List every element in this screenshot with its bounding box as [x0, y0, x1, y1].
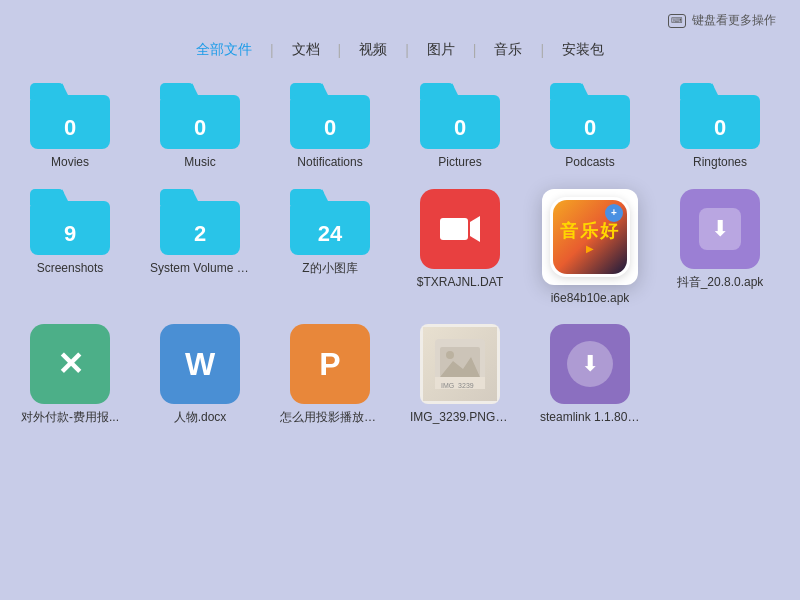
file-music-apk[interactable]: 音乐好 ▶ + i6e84b10e.apk: [535, 189, 645, 307]
folder-ringtones-count: 0: [680, 117, 760, 139]
folder-podcasts-icon: 0: [550, 83, 630, 149]
folder-system-volume-icon: 2: [160, 189, 240, 255]
folder-z-gallery-count: 24: [290, 223, 370, 245]
filter-music[interactable]: 音乐: [476, 37, 540, 63]
docx-letter: W: [185, 346, 215, 383]
svg-marker-1: [470, 216, 480, 242]
pptx-letter: P: [319, 346, 340, 383]
folder-music-count: 0: [160, 117, 240, 139]
filter-video[interactable]: 视频: [341, 37, 405, 63]
xlsx-letter: ✕: [57, 345, 84, 383]
folder-screenshots[interactable]: 9 Screenshots: [15, 189, 125, 307]
download-arrow-icon: ⬇: [711, 216, 729, 242]
file-docx[interactable]: W 人物.docx: [145, 324, 255, 426]
folder-movies-label: Movies: [51, 155, 89, 171]
video-file-icon: [420, 189, 500, 269]
folder-pictures[interactable]: 0 Pictures: [405, 83, 515, 171]
file-douyin-apk-label: 抖音_20.8.0.apk: [677, 275, 764, 291]
folder-podcasts-label: Podcasts: [565, 155, 614, 171]
file-image-label: IMG_3239.PNG.JP...: [410, 410, 510, 426]
filter-all[interactable]: 全部文件: [178, 37, 270, 63]
filter-pkg[interactable]: 安装包: [544, 37, 622, 63]
keyboard-hint-label: 键盘看更多操作: [692, 12, 776, 29]
folder-system-volume-label: System Volume In...: [150, 261, 250, 277]
folder-notifications-count: 0: [290, 117, 370, 139]
filter-doc[interactable]: 文档: [274, 37, 338, 63]
svg-text:IMG_3239: IMG_3239: [441, 382, 474, 389]
keyboard-icon: ⌨: [668, 14, 686, 28]
folder-notifications[interactable]: 0 Notifications: [275, 83, 385, 171]
file-steamlink[interactable]: ⬇ steamlink 1.1.80.a...: [535, 324, 645, 426]
folder-pictures-count: 0: [420, 117, 500, 139]
folder-screenshots-count: 9: [30, 223, 110, 245]
file-image[interactable]: IMG_3239 IMG_3239.PNG.JP...: [405, 324, 515, 426]
douyin-apk-icon: ⬇: [680, 189, 760, 269]
folder-podcasts-count: 0: [550, 117, 630, 139]
file-grid: 0 Movies 0 Music 0 Notifications 0: [0, 83, 800, 426]
folder-movies[interactable]: 0 Movies: [15, 83, 125, 171]
folder-notifications-label: Notifications: [297, 155, 362, 171]
folder-system-volume[interactable]: 2 System Volume In...: [145, 189, 255, 307]
folder-pictures-icon: 0: [420, 83, 500, 149]
folder-ringtones-icon: 0: [680, 83, 760, 149]
image-file-icon: IMG_3239: [420, 324, 500, 404]
folder-notifications-icon: 0: [290, 83, 370, 149]
image-placeholder: IMG_3239: [423, 327, 497, 401]
file-pptx[interactable]: P 怎么用投影播放P...: [275, 324, 385, 426]
folder-ringtones[interactable]: 0 Ringtones: [665, 83, 775, 171]
docx-icon: W: [160, 324, 240, 404]
file-xlsx-label: 对外付款-费用报...: [21, 410, 119, 426]
folder-z-gallery[interactable]: 24 Z的小图库: [275, 189, 385, 307]
file-txrajnl[interactable]: $TXRAJNL.DAT: [405, 189, 515, 307]
steamlink-arrow-icon: ⬇: [581, 351, 599, 377]
file-music-apk-label: i6e84b10e.apk: [551, 291, 630, 307]
svg-point-4: [446, 351, 454, 359]
filter-bar: 全部文件 | 文档 | 视频 | 图片 | 音乐 | 安装包: [0, 37, 800, 63]
pptx-icon: P: [290, 324, 370, 404]
file-txrajnl-label: $TXRAJNL.DAT: [417, 275, 503, 291]
folder-movies-icon: 0: [30, 83, 110, 149]
steamlink-dl-circle: ⬇: [567, 341, 613, 387]
folder-screenshots-label: Screenshots: [37, 261, 104, 277]
keyboard-hint: ⌨ 键盘看更多操作: [668, 12, 776, 29]
music-apk-icon: 音乐好 ▶ +: [550, 197, 630, 277]
file-docx-label: 人物.docx: [174, 410, 227, 426]
folder-z-gallery-icon: 24: [290, 189, 370, 255]
file-steamlink-label: steamlink 1.1.80.a...: [540, 410, 640, 426]
folder-screenshots-icon: 9: [30, 189, 110, 255]
steamlink-icon: ⬇: [550, 324, 630, 404]
file-xlsx[interactable]: ✕ 对外付款-费用报...: [15, 324, 125, 426]
apk-badge: +: [605, 204, 623, 222]
selected-overlay: 音乐好 ▶ +: [542, 189, 638, 285]
svg-rect-0: [440, 218, 468, 240]
file-pptx-label: 怎么用投影播放P...: [280, 410, 380, 426]
folder-z-gallery-label: Z的小图库: [302, 261, 357, 277]
folder-movies-count: 0: [30, 117, 110, 139]
folder-music-label: Music: [184, 155, 215, 171]
folder-podcasts[interactable]: 0 Podcasts: [535, 83, 645, 171]
top-bar: ⌨ 键盘看更多操作: [0, 0, 800, 37]
filter-image[interactable]: 图片: [409, 37, 473, 63]
folder-pictures-label: Pictures: [438, 155, 481, 171]
folder-ringtones-label: Ringtones: [693, 155, 747, 171]
folder-system-volume-count: 2: [160, 223, 240, 245]
xlsx-icon: ✕: [30, 324, 110, 404]
folder-music[interactable]: 0 Music: [145, 83, 255, 171]
file-douyin-apk[interactable]: ⬇ 抖音_20.8.0.apk: [665, 189, 775, 307]
folder-music-icon: 0: [160, 83, 240, 149]
